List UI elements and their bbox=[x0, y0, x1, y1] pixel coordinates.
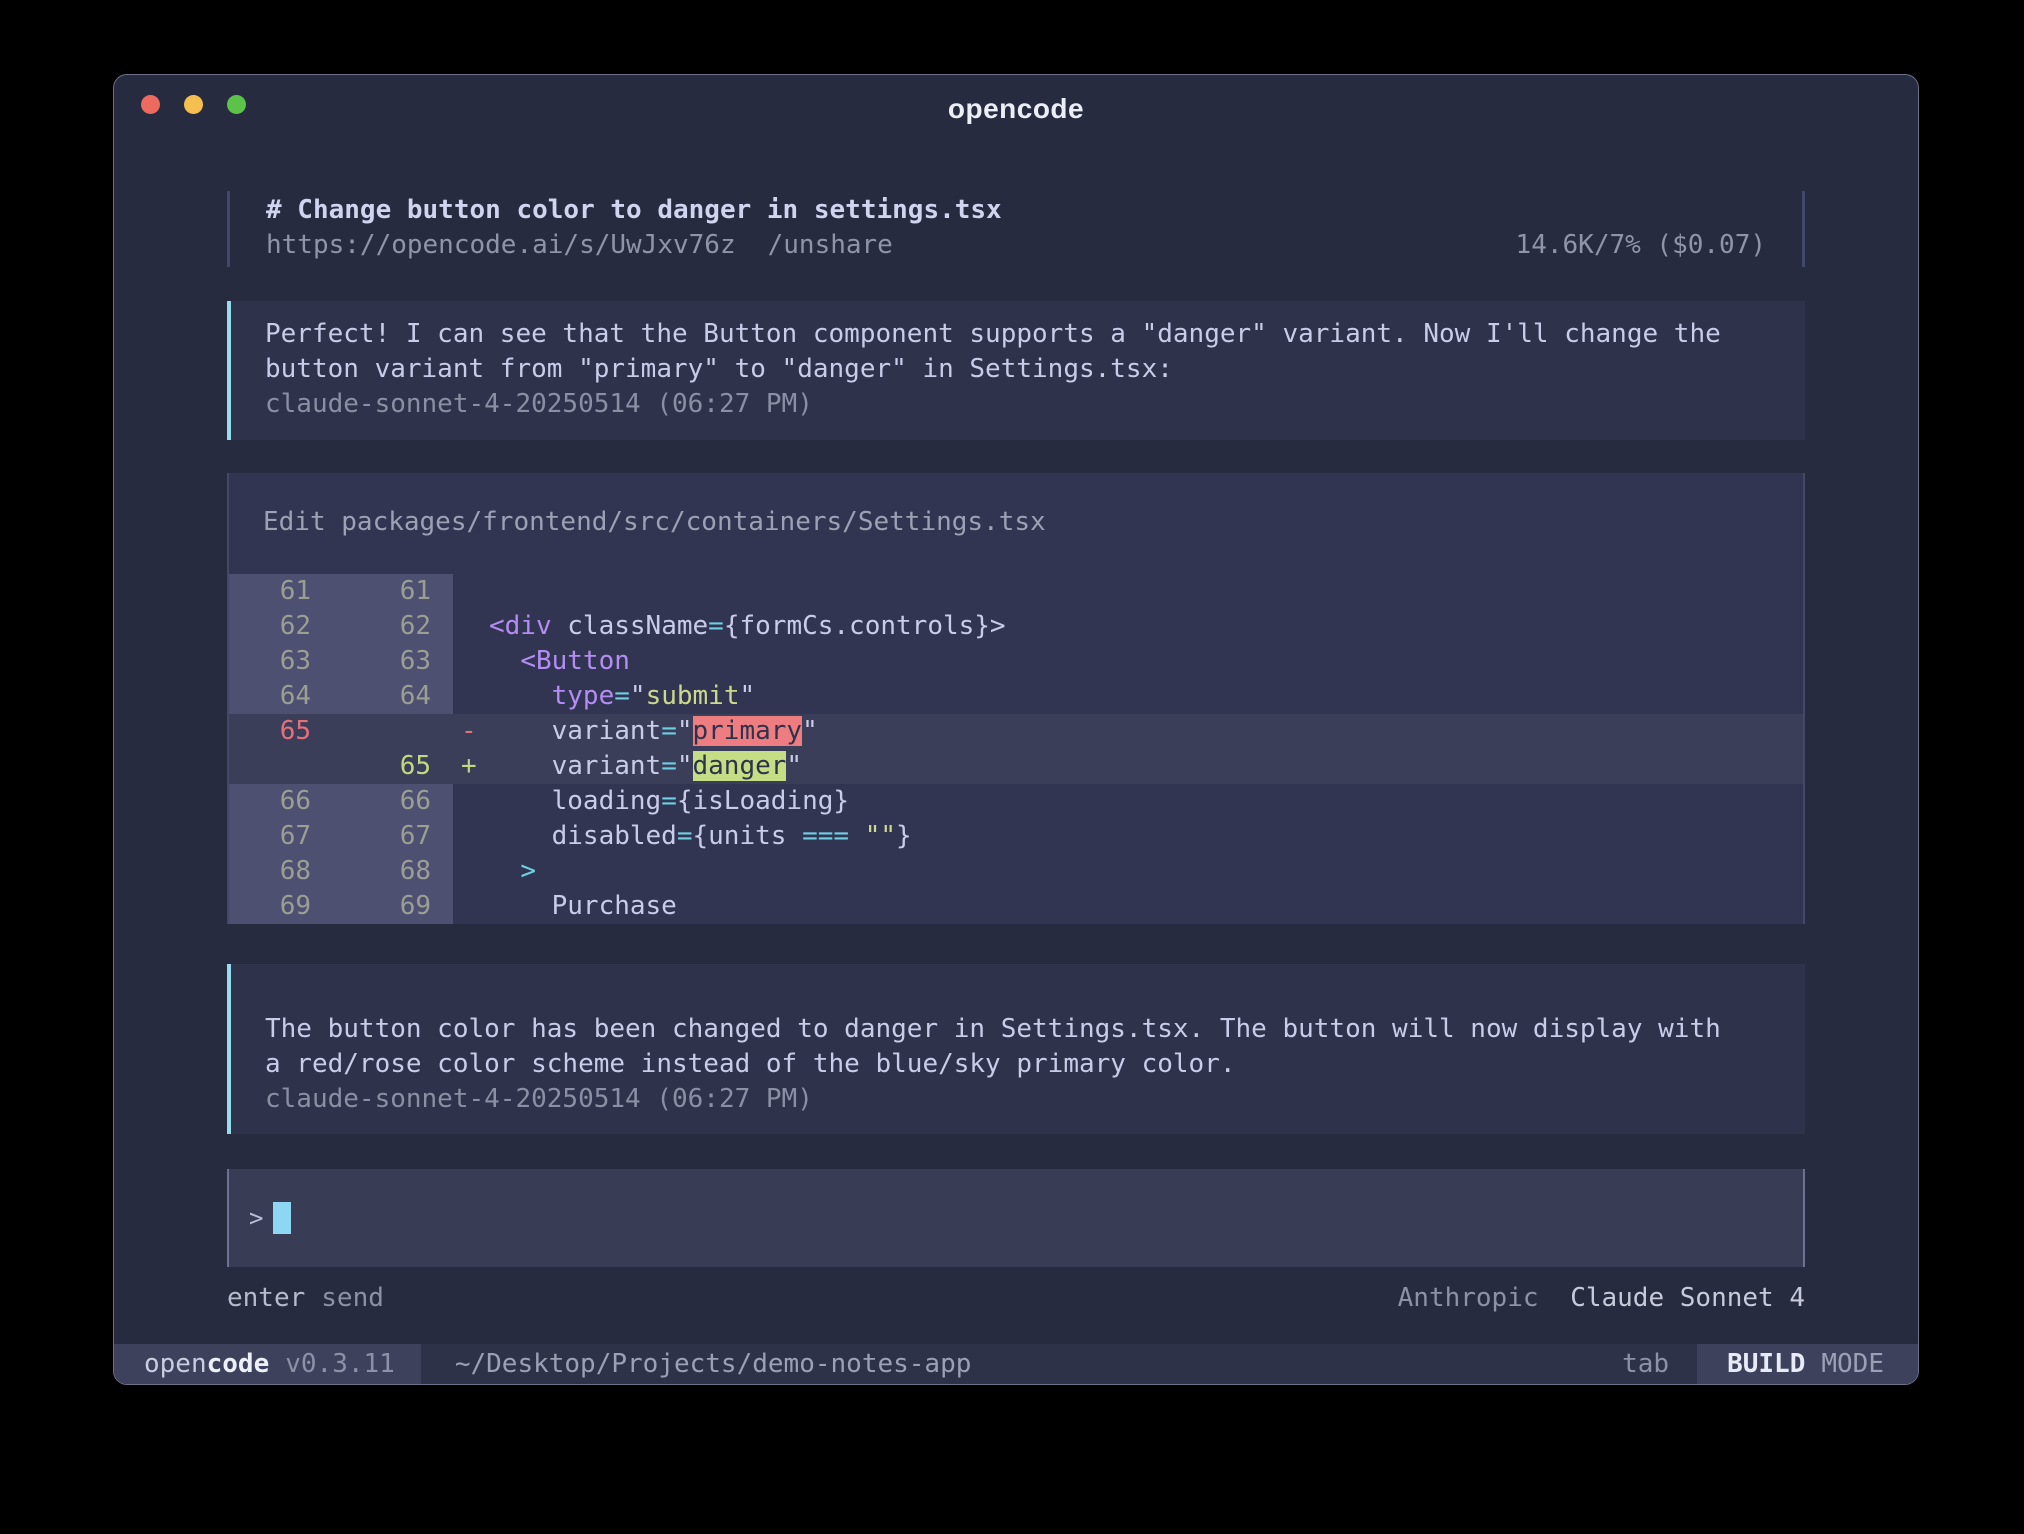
diff-row: 6767 disabled={units === ""} bbox=[229, 819, 1803, 854]
app-version: v0.3.11 bbox=[285, 1349, 395, 1379]
title-bar[interactable]: opencode bbox=[114, 75, 1918, 137]
opencode-window: opencode # Change button color to danger… bbox=[113, 74, 1919, 1385]
mode-segment[interactable]: BUILD MODE bbox=[1697, 1344, 1918, 1384]
assistant-message: Perfect! I can see that the Button compo… bbox=[227, 301, 1805, 440]
diff-row: 6868 > bbox=[229, 854, 1803, 889]
mode-name: BUILD bbox=[1727, 1349, 1805, 1379]
mode-label: MODE bbox=[1821, 1349, 1884, 1379]
send-hint-label: send bbox=[321, 1281, 384, 1316]
tab-key-hint[interactable]: tab bbox=[1622, 1349, 1697, 1379]
unshare-command[interactable]: /unshare bbox=[768, 228, 893, 263]
session-header: # Change button color to danger in setti… bbox=[227, 191, 1805, 267]
session-title: # Change button color to danger in setti… bbox=[266, 193, 1802, 228]
status-bar: opencode v0.3.11 ~/Desktop/Projects/demo… bbox=[114, 1344, 1918, 1384]
assistant-message: The button color has been changed to dan… bbox=[227, 964, 1805, 1134]
main-content: # Change button color to danger in setti… bbox=[227, 137, 1805, 1316]
hint-row: enter send Anthropic Claude Sonnet 4 bbox=[227, 1281, 1805, 1316]
diff-row: 6161 bbox=[229, 574, 1803, 609]
message-text-line: Perfect! I can see that the Button compo… bbox=[265, 317, 1775, 352]
message-text: The button color has been changed to dan… bbox=[265, 1012, 1775, 1082]
model-name: Claude Sonnet 4 bbox=[1570, 1283, 1805, 1313]
message-text-line: a red/rose color scheme instead of the b… bbox=[265, 1047, 1775, 1082]
session-meta-row: https://opencode.ai/s/UwJxv76z /unshare … bbox=[266, 228, 1802, 263]
provider-name: Anthropic bbox=[1398, 1283, 1539, 1313]
prompt-input[interactable]: > bbox=[227, 1169, 1805, 1267]
app-version-segment: opencode v0.3.11 bbox=[114, 1344, 421, 1384]
diff-row: 6363 <Button bbox=[229, 644, 1803, 679]
diff-rows: 61616262<div className={formCs.controls}… bbox=[229, 574, 1803, 924]
message-model-timestamp: claude-sonnet-4-20250514 (06:27 PM) bbox=[265, 1082, 1775, 1117]
diff-row: 6666 loading={isLoading} bbox=[229, 784, 1803, 819]
app-name-open: open bbox=[144, 1349, 207, 1379]
message-text: Perfect! I can see that the Button compo… bbox=[265, 317, 1775, 387]
diff-row: 6969 Purchase bbox=[229, 889, 1803, 924]
diff-row: 65- variant="primary" bbox=[229, 714, 1803, 749]
diff-row: 6262<div className={formCs.controls}> bbox=[229, 609, 1803, 644]
diff-row: 6464 type="submit" bbox=[229, 679, 1803, 714]
token-usage: 14.6K/7% ($0.07) bbox=[1516, 228, 1766, 263]
window-title: opencode bbox=[114, 93, 1918, 125]
app-name-code: code bbox=[207, 1349, 270, 1379]
message-model-timestamp: claude-sonnet-4-20250514 (06:27 PM) bbox=[265, 387, 1775, 422]
message-text-line: The button color has been changed to dan… bbox=[265, 1012, 1775, 1047]
share-url-link[interactable]: https://opencode.ai/s/UwJxv76z bbox=[266, 228, 736, 263]
message-text-line: button variant from "primary" to "danger… bbox=[265, 352, 1775, 387]
diff-row: 65+ variant="danger" bbox=[229, 749, 1803, 784]
text-cursor bbox=[273, 1202, 291, 1234]
model-indicator: Anthropic Claude Sonnet 4 bbox=[1398, 1281, 1805, 1316]
working-directory: ~/Desktop/Projects/demo-notes-app bbox=[455, 1349, 972, 1379]
edit-tool-panel: Edit packages/frontend/src/containers/Se… bbox=[227, 473, 1805, 924]
enter-key-hint: enter bbox=[227, 1281, 305, 1316]
edit-tool-title: Edit packages/frontend/src/containers/Se… bbox=[229, 505, 1803, 540]
prompt-symbol: > bbox=[249, 1204, 263, 1232]
